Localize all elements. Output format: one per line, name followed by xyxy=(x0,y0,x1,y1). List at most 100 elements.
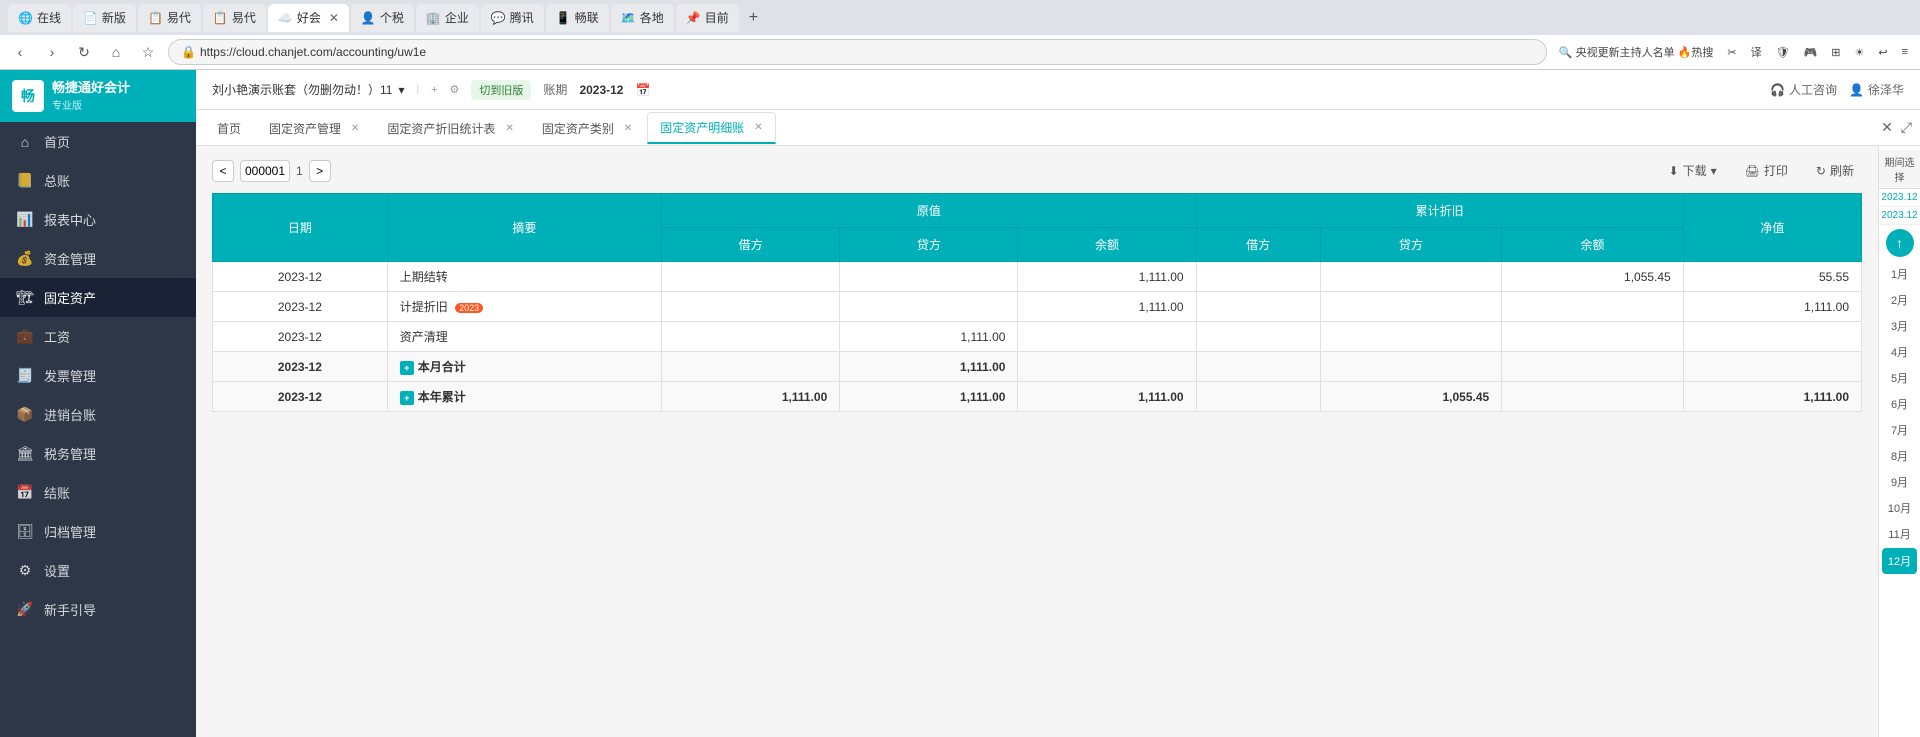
browser-tab-qiye[interactable]: 🏢 企业 xyxy=(416,4,479,32)
tab-home[interactable]: 首页 xyxy=(204,112,254,144)
sidebar-item-fixed-assets[interactable]: 🏗 固定资产 xyxy=(0,278,196,317)
tab-fixed-cat[interactable]: 固定资产类别 ✕ xyxy=(529,112,645,144)
game-icon[interactable]: 🎮 xyxy=(1800,44,1822,61)
next-page-btn[interactable]: > xyxy=(309,160,331,182)
tab-close-icon[interactable]: ✕ xyxy=(351,123,359,134)
sidebar-item-funds[interactable]: 💰 资金管理 xyxy=(0,239,196,278)
tab-close-icon[interactable]: ✕ xyxy=(624,123,632,134)
table-row: 2023-12 计提折旧 2023 1,111.00 1,111.00 xyxy=(213,292,1862,322)
cell-date: 2023-12 xyxy=(213,382,388,412)
th-dep-debit: 借方 xyxy=(1196,228,1320,262)
bookmark-button[interactable]: ☆ xyxy=(136,40,160,64)
month-9[interactable]: 9月 xyxy=(1879,469,1920,495)
tab-fixed-dep-stat[interactable]: 固定资产折旧统计表 ✕ xyxy=(374,112,526,144)
sidebar-item-closing[interactable]: 📅 结账 xyxy=(0,473,196,512)
archive-icon: 🗄 xyxy=(16,523,34,541)
dropdown-arrow[interactable]: ▾ xyxy=(398,83,404,97)
month-2[interactable]: 2月 xyxy=(1879,287,1920,313)
browser-tab-new[interactable]: 📄 新版 xyxy=(73,4,136,32)
maximize-tab-btn[interactable]: ⤢ xyxy=(1901,119,1912,136)
download-btn[interactable]: ⬇ 下载 ▾ xyxy=(1661,158,1725,183)
sidebar-item-ledger[interactable]: 📒 总账 xyxy=(0,161,196,200)
tab-label: 企业 xyxy=(445,9,469,26)
month-3[interactable]: 3月 xyxy=(1879,313,1920,339)
browser-tab-gedi[interactable]: 🗺️ 各地 xyxy=(611,4,674,32)
month-1[interactable]: 1月 xyxy=(1879,261,1920,287)
support-btn[interactable]: 🎧 人工咨询 xyxy=(1770,81,1837,98)
scissors-icon[interactable]: ✂ xyxy=(1723,44,1740,61)
browser-tab-chang[interactable]: 📱 畅联 xyxy=(546,4,609,32)
cell-orig-debit xyxy=(662,292,840,322)
sidebar-item-invoice[interactable]: 🧾 发票管理 xyxy=(0,356,196,395)
settings-icon-small[interactable]: ⚙ xyxy=(450,83,460,96)
sidebar-item-home[interactable]: ⌂ 首页 xyxy=(0,122,196,161)
month-8[interactable]: 8月 xyxy=(1879,443,1920,469)
ledger-icon: 📒 xyxy=(16,172,34,190)
cell-orig-credit: 1,111.00 xyxy=(840,352,1018,382)
month-12[interactable]: 12月 xyxy=(1882,548,1917,574)
sidebar-item-payroll[interactable]: 💼 工资 xyxy=(0,317,196,356)
table-row: 2023-12 +本年累计 1,111.00 1,111.00 1,111.00… xyxy=(213,382,1862,412)
month-10[interactable]: 10月 xyxy=(1879,495,1920,521)
browser-tab-yidai2[interactable]: 📋 易代 xyxy=(203,4,266,32)
month-4[interactable]: 4月 xyxy=(1879,339,1920,365)
month-5[interactable]: 5月 xyxy=(1879,365,1920,391)
sidebar-logo: 畅 畅捷通好会计 专业版 xyxy=(0,70,196,122)
cell-date: 2023-12 xyxy=(213,262,388,292)
close-tab-btn[interactable]: ✕ xyxy=(1881,119,1893,136)
tab-icon: 📌 xyxy=(686,11,701,25)
print-btn[interactable]: 🖨 打印 xyxy=(1737,158,1796,183)
add-company-btn[interactable]: + xyxy=(431,84,437,96)
menu-icon[interactable]: ≡ xyxy=(1898,44,1912,60)
refresh-btn[interactable]: ↻ 刷新 xyxy=(1808,158,1862,183)
translate-icon[interactable]: 译 xyxy=(1747,42,1766,62)
cell-net-value: 1,111.00 xyxy=(1683,292,1861,322)
search-input[interactable]: 🔍 央视更新主持人名单 🔥热搜 xyxy=(1555,42,1718,62)
tab-close-icon[interactable]: ✕ xyxy=(754,122,762,133)
browser-tab-yidai1[interactable]: 📋 易代 xyxy=(138,4,201,32)
tab-fixed-detail[interactable]: 固定资产明细账 ✕ xyxy=(647,112,775,144)
url-input[interactable]: 🔒 https://cloud.chanjet.com/accounting/u… xyxy=(168,39,1547,65)
sidebar-item-label: 固定资产 xyxy=(44,288,96,307)
tab-close-icon[interactable]: ✕ xyxy=(505,123,513,134)
sidebar-item-reports[interactable]: 📊 报表中心 xyxy=(0,200,196,239)
browser-tab-muqian[interactable]: 📌 目前 xyxy=(676,4,739,32)
browser-tab-tengxun[interactable]: 💬 腾讯 xyxy=(481,4,544,32)
brightness-icon[interactable]: ☀ xyxy=(1850,44,1868,61)
th-orig-debit: 借方 xyxy=(662,228,840,262)
month-11[interactable]: 11月 xyxy=(1879,521,1920,547)
row-icon: + xyxy=(400,391,414,405)
user-icon: 👤 xyxy=(1849,83,1864,97)
sidebar-item-inventory[interactable]: 📦 进销台账 xyxy=(0,395,196,434)
cell-dep-balance xyxy=(1502,382,1684,412)
tab-icon: 📄 xyxy=(83,11,98,25)
undo-icon[interactable]: ↩ xyxy=(1874,44,1891,61)
forward-button[interactable]: › xyxy=(40,40,64,64)
browser-tab-haokuai[interactable]: ☁️ 好会 ✕ xyxy=(268,4,349,32)
browser-tab-online[interactable]: 🌐 在线 xyxy=(8,4,71,32)
grid-icon[interactable]: ⊞ xyxy=(1827,44,1844,61)
month-7[interactable]: 7月 xyxy=(1879,417,1920,443)
user-menu-btn[interactable]: 👤 徐泽华 xyxy=(1849,81,1904,98)
cell-date: 2023-12 xyxy=(213,292,388,322)
sidebar-item-label: 工资 xyxy=(44,327,70,346)
sidebar-item-settings[interactable]: ⚙ 设置 xyxy=(0,551,196,590)
back-button[interactable]: ‹ xyxy=(8,40,32,64)
tab-fixed-mgmt[interactable]: 固定资产管理 ✕ xyxy=(256,112,372,144)
prev-page-btn[interactable]: < xyxy=(212,160,234,182)
browser-tab-geshui[interactable]: 👤 个税 xyxy=(351,4,414,32)
switch-version-btn[interactable]: 切到旧版 xyxy=(471,80,531,100)
reports-icon: 📊 xyxy=(16,211,34,229)
page-input[interactable] xyxy=(240,160,290,182)
scroll-up-btn[interactable]: ↑ xyxy=(1886,229,1914,257)
new-tab-button[interactable]: + xyxy=(749,9,758,27)
tab-close-icon[interactable]: ✕ xyxy=(329,11,339,25)
shield-icon[interactable]: 🛡 xyxy=(1772,44,1794,61)
reload-button[interactable]: ↻ xyxy=(72,40,96,64)
sidebar-item-guide[interactable]: 🚀 新手引导 xyxy=(0,590,196,629)
sidebar-item-archive[interactable]: 🗄 归档管理 xyxy=(0,512,196,551)
calendar-icon[interactable]: 📅 xyxy=(635,83,650,97)
home-nav-button[interactable]: ⌂ xyxy=(104,40,128,64)
month-6[interactable]: 6月 xyxy=(1879,391,1920,417)
sidebar-item-tax[interactable]: 🏛 税务管理 xyxy=(0,434,196,473)
